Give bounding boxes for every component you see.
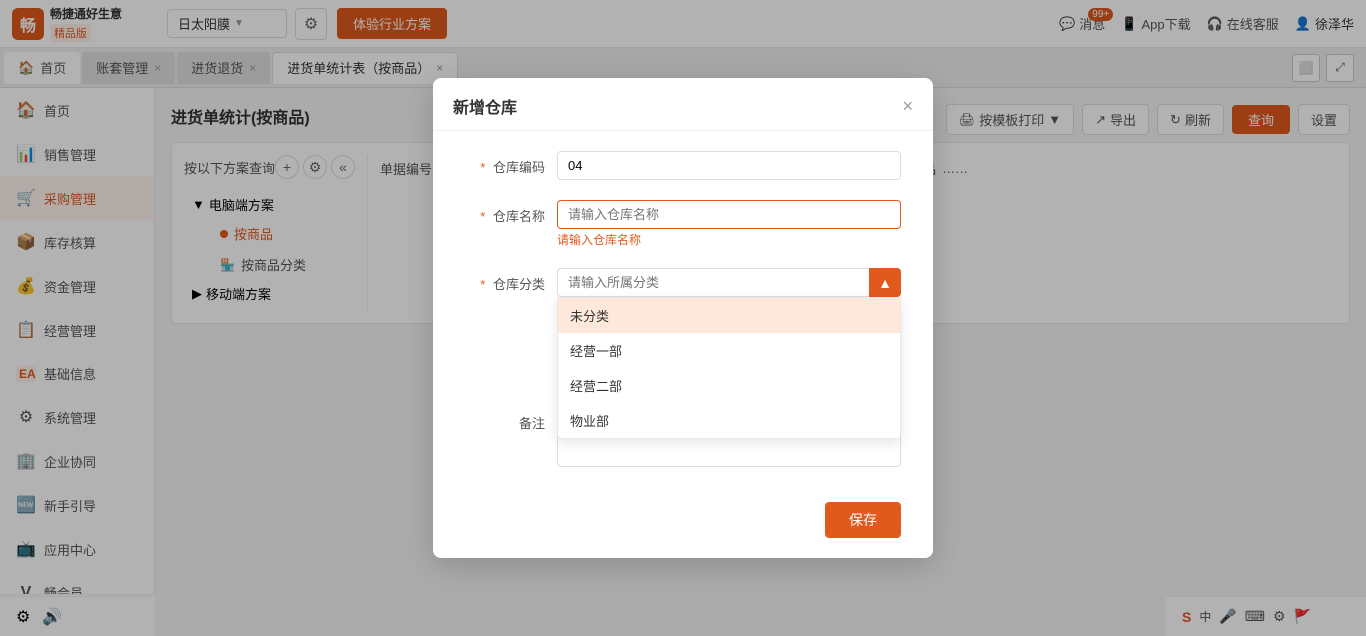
category-dropdown-list: 未分类 经营一部 经营二部 物业部 [557,297,901,439]
category-field-wrap: ▲ 未分类 经营一部 经营二部 物业部 [557,268,901,297]
note-label: 备注 [465,407,545,432]
warehouse-code-input[interactable] [557,151,901,180]
modal-footer: 保存 [433,490,933,538]
code-field-wrap [557,151,901,180]
modal-body: * 仓库编码 * 仓库名称 请输入仓库名称 [433,131,933,470]
code-label: * 仓库编码 [465,151,545,176]
name-field-wrap: 请输入仓库名称 [557,200,901,248]
category-dropdown-button[interactable]: ▲ [869,268,901,297]
category-label: * 仓库分类 [465,268,545,293]
name-error-message: 请输入仓库名称 [557,231,901,248]
warehouse-name-input[interactable] [557,200,901,229]
modal-overlay: 新增仓库 × * 仓库编码 * 仓库名称 [0,0,1366,636]
name-label: * 仓库名称 [465,200,545,225]
dropdown-item-uncategorized[interactable]: 未分类 [558,298,900,333]
chevron-up-icon: ▲ [878,275,892,291]
add-warehouse-modal: 新增仓库 × * 仓库编码 * 仓库名称 [433,78,933,558]
modal-close-button[interactable]: × [902,96,913,117]
save-button[interactable]: 保存 [825,502,901,538]
form-row-category: * 仓库分类 ▲ 未分类 经营一部 经营二部 物业部 [465,268,901,297]
dropdown-item-property[interactable]: 物业部 [558,403,900,438]
warehouse-category-input[interactable] [557,268,901,297]
dropdown-item-dept1[interactable]: 经营一部 [558,333,900,368]
dropdown-item-dept2[interactable]: 经营二部 [558,368,900,403]
form-row-code: * 仓库编码 [465,151,901,180]
form-row-name: * 仓库名称 请输入仓库名称 [465,200,901,248]
modal-title: 新增仓库 [453,94,517,118]
modal-header: 新增仓库 × [433,78,933,131]
